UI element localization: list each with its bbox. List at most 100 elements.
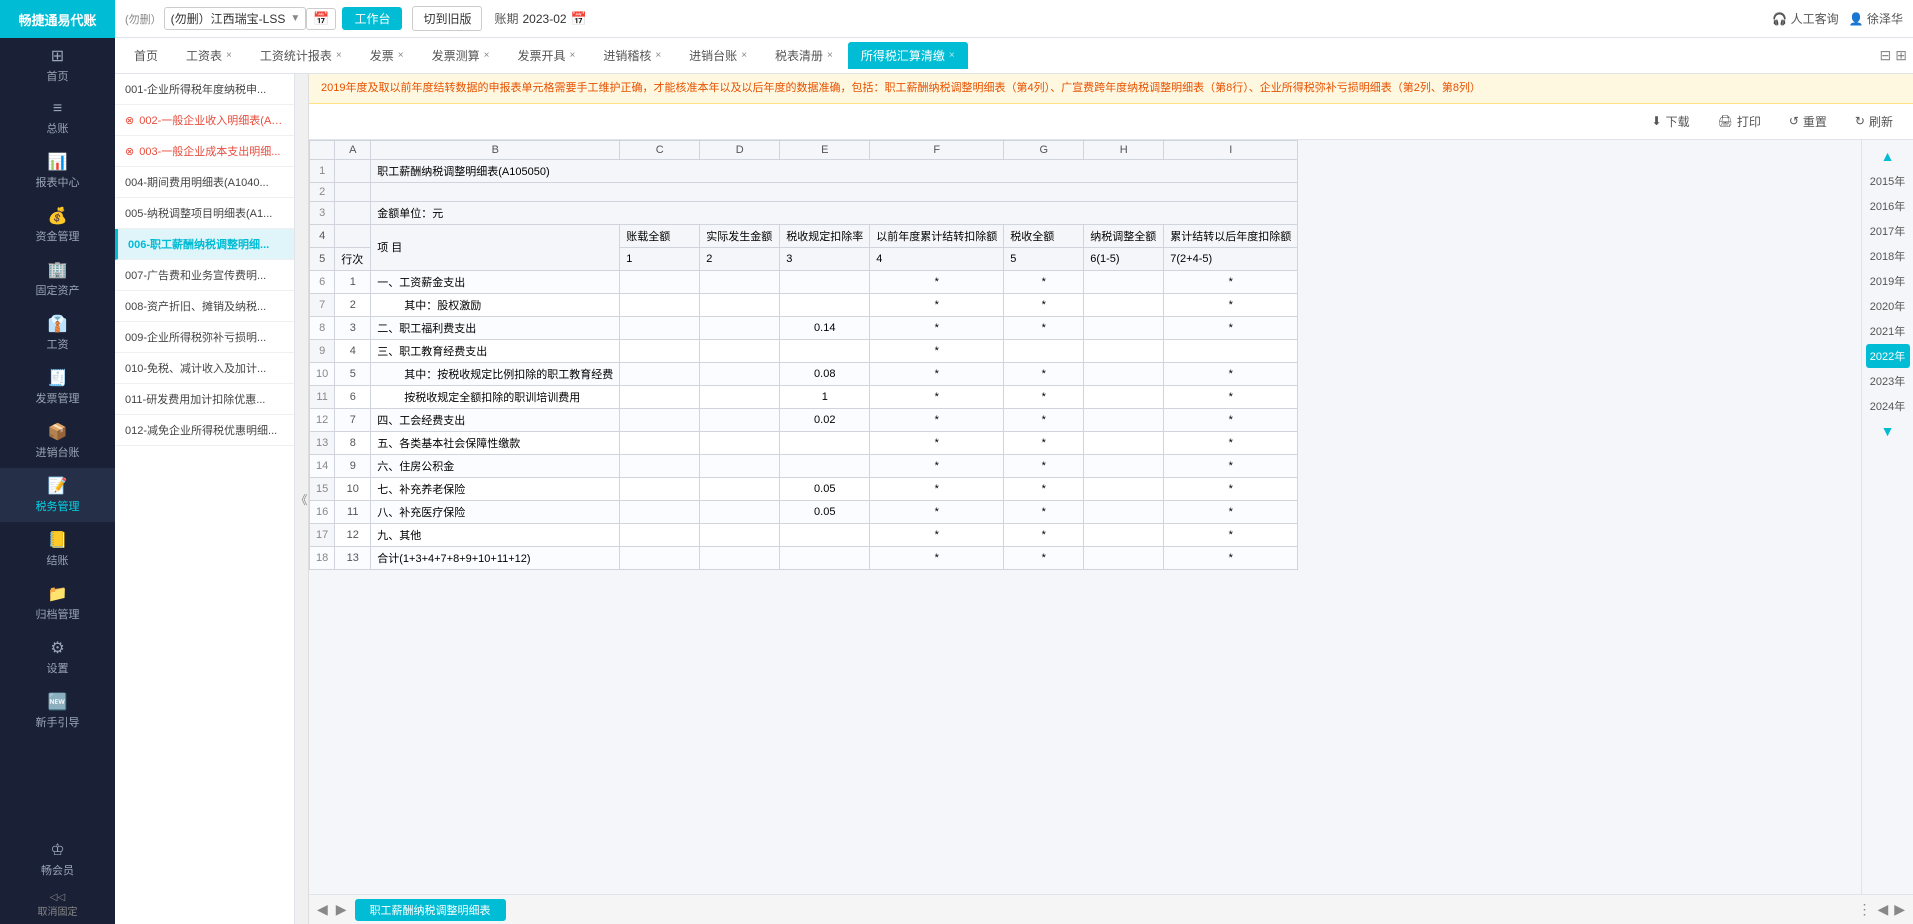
col1-cell[interactable] [620,546,700,569]
col7-cell[interactable]: * [1164,270,1298,293]
col5-cell[interactable]: * [1004,523,1084,546]
seq-cell[interactable]: 6 [335,385,371,408]
col4-cell[interactable]: * [870,270,1004,293]
col1-cell[interactable] [620,477,700,500]
name-cell[interactable]: 七、补充养老保险 [371,477,620,500]
sidebar-item-tax[interactable]: 📝 税务管理 [0,468,115,522]
seq-cell[interactable]: 7 [335,408,371,431]
left-panel-item-004[interactable]: 004-期间费用明细表(A1040... [115,167,294,198]
name-cell[interactable]: 其中：按税收规定比例扣除的职工教育经费 [371,362,620,385]
col7-cell[interactable]: * [1164,523,1298,546]
col2-cell[interactable] [700,546,780,569]
year-btn[interactable]: 2022年 [1866,344,1910,368]
sidebar-item-close[interactable]: 📒 结账 [0,522,115,576]
col5-cell[interactable]: * [1004,362,1084,385]
year-down-arrow[interactable]: ▼ [1877,419,1899,443]
col4-cell[interactable]: * [870,385,1004,408]
seq-cell[interactable]: 3 [335,316,371,339]
col6-cell[interactable] [1084,385,1164,408]
col6-cell[interactable] [1084,270,1164,293]
col7-cell[interactable]: * [1164,477,1298,500]
col2-cell[interactable] [700,523,780,546]
left-panel-item-010[interactable]: 010-免税、减计收入及加计... [115,353,294,384]
name-cell[interactable]: 五、各类基本社会保障性缴款 [371,431,620,454]
tab-purchase-check[interactable]: 进销稽核 × [590,42,674,69]
name-cell[interactable]: 合计(1+3+4+7+8+9+10+11+12) [371,546,620,569]
sidebar-item-ledger[interactable]: ≡ 总账 [0,92,115,144]
col6-cell[interactable] [1084,293,1164,316]
col2-cell[interactable] [700,270,780,293]
col6-cell[interactable] [1084,454,1164,477]
col7-cell[interactable] [1164,339,1298,362]
col7-cell[interactable]: * [1164,385,1298,408]
seq-cell[interactable]: 5 [335,362,371,385]
year-btn[interactable]: 2023年 [1866,369,1910,393]
support-btn[interactable]: 🎧 人工客询 [1772,10,1838,27]
seq-cell[interactable]: 4 [335,339,371,362]
col6-cell[interactable] [1084,477,1164,500]
col2-cell[interactable] [700,477,780,500]
sheet-nav-prev[interactable]: ◀ [317,901,328,918]
sidebar-item-invoice[interactable]: 🧾 发票管理 [0,360,115,414]
col2-cell[interactable] [700,362,780,385]
year-btn[interactable]: 2015年 [1866,169,1910,193]
col7-cell[interactable]: * [1164,362,1298,385]
workbench-button[interactable]: 工作台 [342,7,402,30]
company-selector[interactable]: (勿删）江西瑞宝-LSS [164,7,307,30]
col6-cell[interactable] [1084,339,1164,362]
switch-btn[interactable]: 切到旧版 [412,6,482,31]
col3-cell[interactable] [780,293,870,316]
tab-home[interactable]: 首页 [121,42,171,69]
tab-tax-annual[interactable]: 所得税汇算清缴 × [848,42,968,69]
col7-cell[interactable]: * [1164,408,1298,431]
seq-cell[interactable]: 12 [335,523,371,546]
seq-cell[interactable]: 2 [335,293,371,316]
col1-cell[interactable] [620,500,700,523]
sheet-nav-next[interactable]: ▶ [336,901,347,918]
col5-cell[interactable]: * [1004,293,1084,316]
col4-cell[interactable]: * [870,339,1004,362]
year-btn[interactable]: 2021年 [1866,319,1910,343]
name-cell[interactable]: 八、补充医疗保险 [371,500,620,523]
col5-cell[interactable]: * [1004,454,1084,477]
panel-collapse-toggle[interactable]: 《 [295,74,309,924]
col6-cell[interactable] [1084,408,1164,431]
left-panel-item-001[interactable]: 001-企业所得税年度纳税申... [115,74,294,105]
name-cell[interactable]: 其中：股权激励 [371,293,620,316]
col3-cell[interactable]: 1 [780,385,870,408]
col2-cell[interactable] [700,500,780,523]
col3-cell[interactable]: 0.05 [780,500,870,523]
col4-cell[interactable]: * [870,500,1004,523]
col6-cell[interactable] [1084,362,1164,385]
left-panel-item-005[interactable]: 005-纳税调整项目明细表(A1... [115,198,294,229]
col4-cell[interactable]: * [870,293,1004,316]
col5-cell[interactable] [1004,339,1084,362]
tab-invoice-open[interactable]: 发票开具 × [504,42,588,69]
col7-cell[interactable]: * [1164,454,1298,477]
sidebar-item-guide[interactable]: 🆕 新手引导 [0,684,115,738]
sidebar-item-settings[interactable]: ⚙ 设置 [0,630,115,684]
col1-cell[interactable] [620,431,700,454]
refresh-button[interactable]: ↻ 刷新 [1847,110,1901,133]
col5-cell[interactable]: * [1004,431,1084,454]
col5-cell[interactable]: * [1004,500,1084,523]
name-cell[interactable]: 四、工会经费支出 [371,408,620,431]
col1-cell[interactable] [620,316,700,339]
col5-cell[interactable]: * [1004,270,1084,293]
col2-cell[interactable] [700,293,780,316]
seq-cell[interactable]: 8 [335,431,371,454]
calendar-icon[interactable]: 📅 [571,11,587,27]
name-cell[interactable]: 二、职工福利费支出 [371,316,620,339]
col4-cell[interactable]: * [870,477,1004,500]
year-btn[interactable]: 2019年 [1866,269,1910,293]
col1-cell[interactable] [620,293,700,316]
col3-cell[interactable] [780,454,870,477]
tab-tax-annual-close[interactable]: × [949,50,955,61]
tab-salary-close[interactable]: × [226,50,232,61]
tab-purchase-check-close[interactable]: × [655,50,661,61]
tab-tax-table-close[interactable]: × [827,50,833,61]
col5-cell[interactable]: * [1004,546,1084,569]
name-cell[interactable]: 按税收规定全额扣除的职训培训费用 [371,385,620,408]
sidebar-item-purchase[interactable]: 📦 进销台账 [0,414,115,468]
left-panel-item-007[interactable]: 007-广告费和业务宣传费明... [115,260,294,291]
